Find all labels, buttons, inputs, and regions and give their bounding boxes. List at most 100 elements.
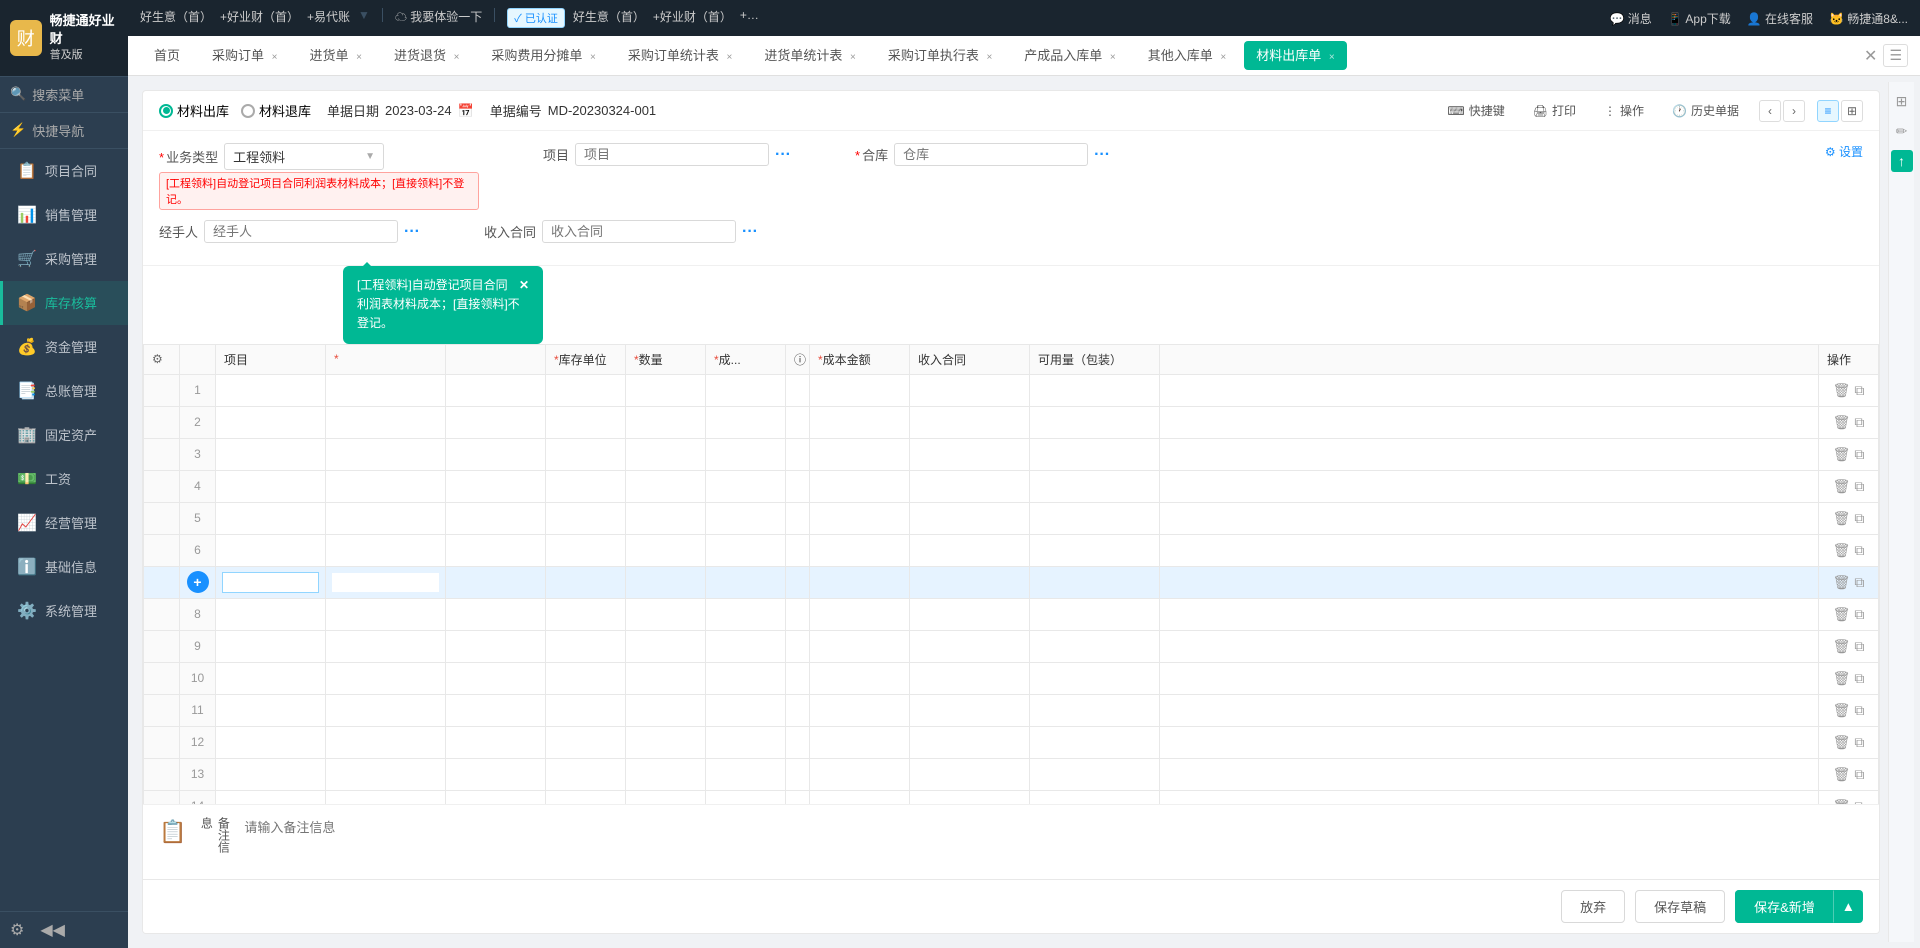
sidebar-item-project[interactable]: 📋 项目合同 xyxy=(0,149,128,193)
print-btn[interactable]: 🖨 打印 xyxy=(1525,99,1584,122)
sidebar-item-inventory[interactable]: 📦 库存核算 xyxy=(0,281,128,325)
copy-row-btn[interactable]: ⧉ xyxy=(1854,798,1864,804)
tab-purchase-exec[interactable]: 采购订单执行表 × xyxy=(874,39,1006,72)
sidebar-item-accounting[interactable]: 📑 总账管理 xyxy=(0,369,128,413)
link-haoyecai2[interactable]: +好业财（首） xyxy=(653,8,732,28)
message-btn[interactable]: 💬 消息 xyxy=(1610,10,1652,27)
delete-row-btn[interactable]: 🗑 xyxy=(1833,606,1851,623)
row-project-cell[interactable] xyxy=(216,694,326,726)
delete-row-btn[interactable]: 🗑 xyxy=(1833,734,1851,751)
link-haosy[interactable]: 好生意（首） xyxy=(140,8,212,28)
row-project-cell[interactable] xyxy=(216,726,326,758)
delete-row-btn[interactable]: 🗑 xyxy=(1833,574,1851,591)
link-haosy2[interactable]: 好生意（首） xyxy=(573,8,645,28)
sidebar-item-finance[interactable]: 💰 资金管理 xyxy=(0,325,128,369)
row-project-cell[interactable] xyxy=(216,630,326,662)
delete-row-btn[interactable]: 🗑 xyxy=(1833,446,1851,463)
row-material-cell[interactable] xyxy=(326,534,446,566)
calendar-icon[interactable]: 📅 xyxy=(458,103,474,119)
link-experience[interactable]: ☁ 我要体验一下 xyxy=(395,8,482,28)
user-avatar[interactable]: 🐱 畅捷通8&... xyxy=(1829,10,1908,27)
copy-row-btn[interactable]: ⧉ xyxy=(1854,638,1864,655)
sidebar-item-salary[interactable]: 💵 工资 xyxy=(0,457,128,501)
menu-btn[interactable]: ☰ xyxy=(1883,44,1908,67)
delete-row-btn[interactable]: 🗑 xyxy=(1833,542,1851,559)
copy-row-btn[interactable]: ⧉ xyxy=(1854,414,1864,431)
tab-material-outbound[interactable]: 材料出库单 × xyxy=(1244,41,1346,70)
copy-row-btn[interactable]: ⧉ xyxy=(1854,606,1864,623)
prev-arrow[interactable]: ‹ xyxy=(1759,100,1781,122)
th-settings[interactable]: ⚙ xyxy=(144,344,180,374)
tab-incoming[interactable]: 进货单 × xyxy=(295,39,375,72)
handler-dots-btn[interactable]: ··· xyxy=(404,223,420,241)
handler-input[interactable] xyxy=(204,220,398,243)
warehouse-dots-btn[interactable]: ··· xyxy=(1094,146,1110,164)
shortcut-btn[interactable]: ⌨ 快捷键 xyxy=(1439,99,1512,122)
row-material-cell[interactable] xyxy=(326,694,446,726)
online-service-btn[interactable]: 👤 在线客服 xyxy=(1747,10,1813,27)
tab-finished-goods[interactable]: 产成品入库单 × xyxy=(1010,39,1129,72)
tab-other-inbound[interactable]: 其他入库单 × xyxy=(1134,39,1240,72)
history-btn[interactable]: 🕐 历史单据 xyxy=(1664,99,1747,122)
link-yidaizhang[interactable]: +易代账 xyxy=(307,8,350,28)
sidebar-item-fixed-assets[interactable]: 🏢 固定资产 xyxy=(0,413,128,457)
row-project-cell[interactable] xyxy=(216,566,326,598)
row-project-cell[interactable] xyxy=(216,758,326,790)
save-new-button[interactable]: 保存&新增 xyxy=(1735,890,1834,923)
row-material-cell[interactable] xyxy=(326,662,446,694)
operations-btn[interactable]: ⋮ 操作 xyxy=(1596,99,1652,122)
income-contract-dots-btn[interactable]: ··· xyxy=(742,223,758,241)
copy-row-btn[interactable]: ⧉ xyxy=(1854,446,1864,463)
tab-purchase-split[interactable]: 采购费用分摊单 × xyxy=(477,39,609,72)
right-icon-1[interactable]: ⊞ xyxy=(1891,90,1913,112)
row-project-cell[interactable] xyxy=(216,662,326,694)
row-project-cell[interactable] xyxy=(216,438,326,470)
tab-home[interactable]: 首页 xyxy=(140,39,194,72)
link-more[interactable]: +… xyxy=(740,8,759,28)
row-material-cell[interactable] xyxy=(326,470,446,502)
copy-row-btn[interactable]: ⧉ xyxy=(1854,382,1864,399)
right-icon-edit[interactable]: ✏ xyxy=(1891,120,1913,142)
tab-incoming-stats[interactable]: 进货单统计表 × xyxy=(750,39,869,72)
row-material-cell[interactable] xyxy=(326,630,446,662)
save-draft-button[interactable]: 保存草稿 xyxy=(1635,890,1725,923)
copy-row-btn[interactable]: ⧉ xyxy=(1854,574,1864,591)
link-haoyecai[interactable]: +好业财（首） xyxy=(220,8,299,28)
right-icon-green[interactable]: ↑ xyxy=(1891,150,1913,172)
row-project-cell[interactable] xyxy=(216,374,326,406)
row-material-cell[interactable] xyxy=(326,758,446,790)
add-row-btn[interactable]: + xyxy=(187,571,209,593)
copy-row-btn[interactable]: ⧉ xyxy=(1854,766,1864,783)
radio-material-return[interactable]: 材料退库 xyxy=(241,101,311,120)
app-download-btn[interactable]: 📱 App下载 xyxy=(1668,10,1731,27)
notes-input[interactable] xyxy=(244,817,1863,867)
delete-row-btn[interactable]: 🗑 xyxy=(1833,670,1851,687)
row-material-input[interactable] xyxy=(332,573,439,592)
form-settings-btn[interactable]: ⚙ 设置 xyxy=(1825,143,1863,160)
sidebar-item-basic-info[interactable]: ℹ️ 基础信息 xyxy=(0,545,128,589)
grid-view-btn[interactable]: ⊞ xyxy=(1841,100,1863,122)
radio-material-out[interactable]: 材料出库 xyxy=(159,101,229,120)
income-contract-input[interactable] xyxy=(542,220,736,243)
row-material-cell[interactable] xyxy=(326,438,446,470)
row-material-cell[interactable] xyxy=(326,502,446,534)
copy-row-btn[interactable]: ⧉ xyxy=(1854,478,1864,495)
delete-row-btn[interactable]: 🗑 xyxy=(1833,510,1851,527)
row-project-input[interactable] xyxy=(222,572,319,593)
tab-return[interactable]: 进货退货 × xyxy=(380,39,473,72)
sidebar-item-purchase[interactable]: 🛒 采购管理 xyxy=(0,237,128,281)
delete-row-btn[interactable]: 🗑 xyxy=(1833,382,1851,399)
settings-bottom-btn[interactable]: ⚙ xyxy=(10,920,24,940)
row-project-cell[interactable] xyxy=(216,406,326,438)
delete-row-btn[interactable]: 🗑 xyxy=(1833,702,1851,719)
delete-row-btn[interactable]: 🗑 xyxy=(1833,766,1851,783)
delete-row-btn[interactable]: 🗑 xyxy=(1833,638,1851,655)
delete-row-btn[interactable]: 🗑 xyxy=(1833,414,1851,431)
sidebar-item-sales[interactable]: 📊 销售管理 xyxy=(0,193,128,237)
tooltip-close-btn[interactable]: ✕ xyxy=(519,276,529,295)
col-settings-icon[interactable]: ⚙ xyxy=(152,352,163,366)
row-project-cell[interactable] xyxy=(216,790,326,804)
delete-row-btn[interactable]: 🗑 xyxy=(1833,798,1851,804)
row-material-cell[interactable] xyxy=(326,566,446,598)
row-material-cell[interactable] xyxy=(326,374,446,406)
